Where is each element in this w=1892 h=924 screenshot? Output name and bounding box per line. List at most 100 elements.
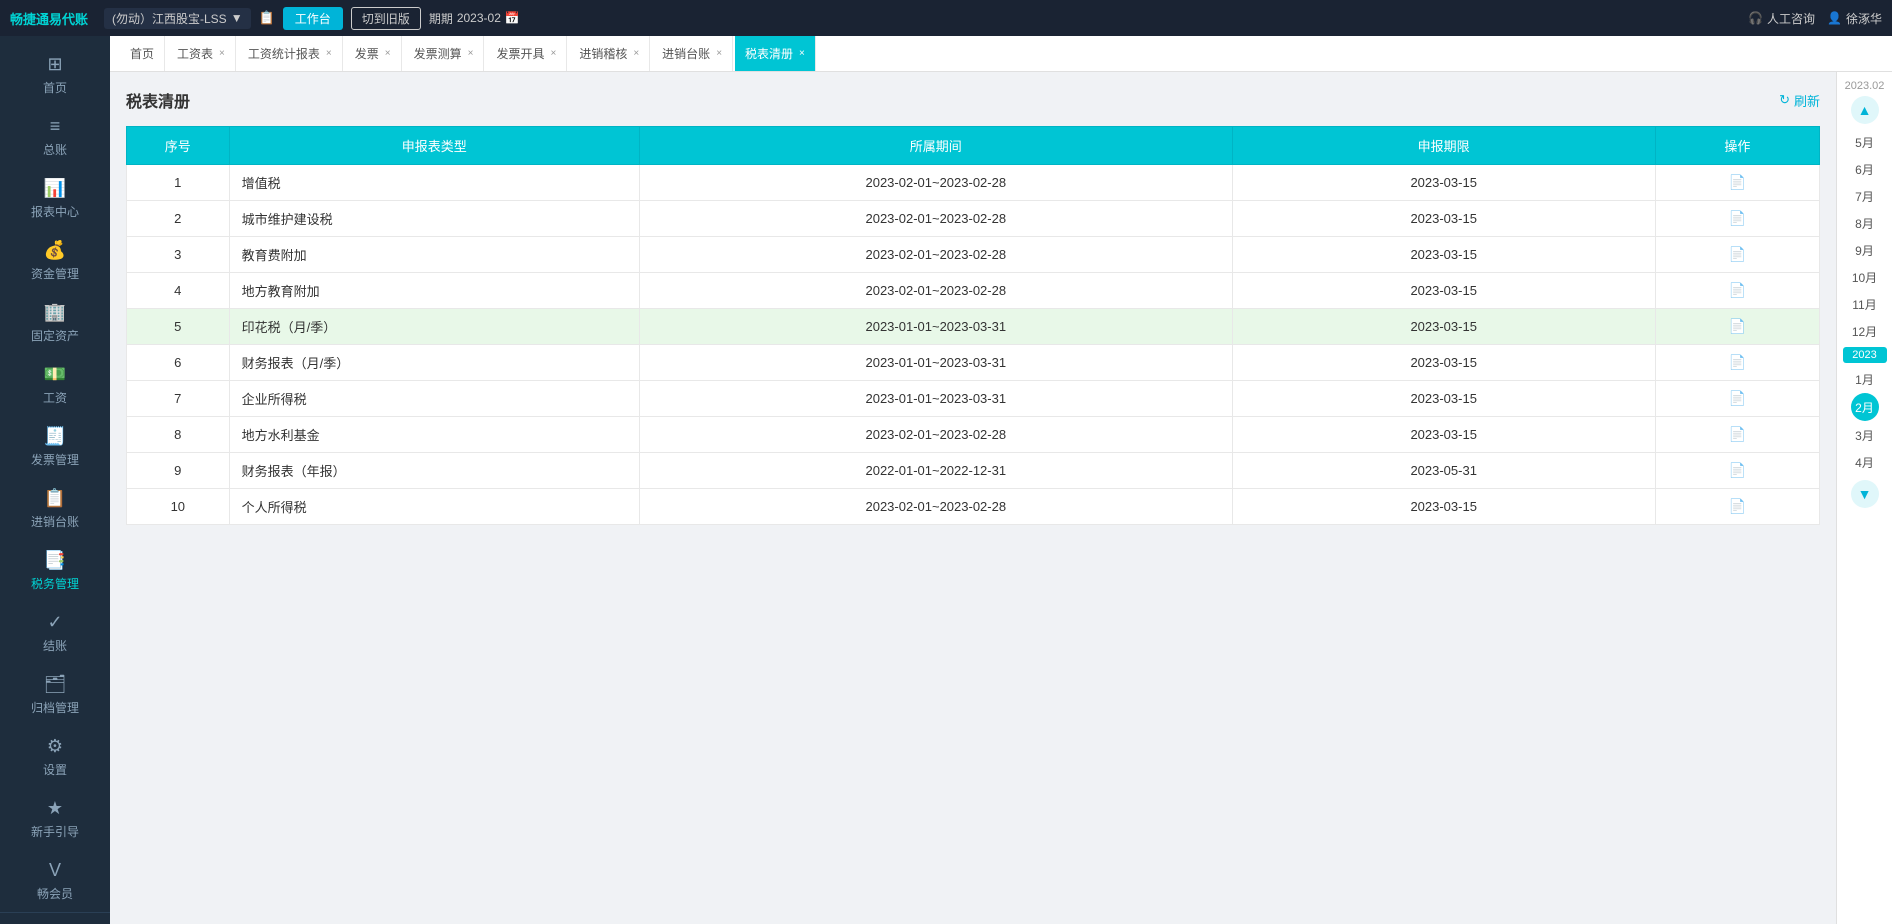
scroll-up-button[interactable]: ▲ xyxy=(1851,96,1879,124)
tab-bar: 首页工资表×工资统计报表×发票×发票测算×发票开具×进销稽核×进销台账×税表清册… xyxy=(110,36,1892,72)
col-header-action: 操作 xyxy=(1655,127,1819,165)
sidebar-item-invoiceMgr[interactable]: 🧾发票管理 xyxy=(0,416,110,478)
sidebar-item-wage[interactable]: 💵工资 xyxy=(0,354,110,416)
tab-taxClearance[interactable]: 税表清册 × xyxy=(735,36,816,71)
action-icon[interactable]: 📄 xyxy=(1729,282,1746,298)
month-item[interactable]: 11月 xyxy=(1843,291,1887,317)
month-item[interactable]: 7月 xyxy=(1843,183,1887,209)
sidebar-item-asset[interactable]: 🏢固定资产 xyxy=(0,292,110,354)
month-item[interactable]: 12月 xyxy=(1843,318,1887,344)
month-active[interactable]: 2月 xyxy=(1851,393,1879,421)
workbench-button[interactable]: 工作台 xyxy=(283,7,343,30)
cell-declare: 2023-03-15 xyxy=(1232,165,1655,201)
sidebar-item-home[interactable]: ⊞首页 xyxy=(0,44,110,106)
tab-close-taxClearance[interactable]: × xyxy=(799,48,805,59)
copy-icon[interactable]: 📋 xyxy=(259,10,275,26)
tab-close-payrollReport[interactable]: × xyxy=(326,48,332,59)
month-item[interactable]: 10月 xyxy=(1843,264,1887,290)
tab-close-invoiceOpen[interactable]: × xyxy=(550,48,556,59)
top-actions: 🎧 人工咨询 👤 徐涿华 xyxy=(1748,10,1882,27)
sidebar-item-label: 总账 xyxy=(43,141,67,158)
tab-payroll[interactable]: 工资表× xyxy=(167,36,236,71)
month-item[interactable]: 1月 xyxy=(1843,366,1887,392)
sidebar-item-label: 固定资产 xyxy=(31,327,79,344)
sidebar-item-archive[interactable]: 🗂归档管理 xyxy=(0,664,110,726)
scroll-down-button[interactable]: ▼ xyxy=(1851,480,1879,508)
month-item[interactable]: 3月 xyxy=(1843,422,1887,448)
sidebar-item-salesLedger[interactable]: 📋进销台账 xyxy=(0,478,110,540)
page-content: 税表清册 ↻ 刷新 序号 申报表类型 所属期间 xyxy=(110,72,1892,924)
salesLedger-icon: 📋 xyxy=(44,488,66,509)
switch-old-button[interactable]: 切到旧版 xyxy=(351,7,421,30)
cell-declare: 2023-03-15 xyxy=(1232,201,1655,237)
month-item[interactable]: 9月 xyxy=(1843,237,1887,263)
tab-label-invoiceCalc: 发票测算 xyxy=(414,45,462,62)
sidebar-item-settlement[interactable]: ✓结账 xyxy=(0,602,110,664)
cell-declare: 2023-03-15 xyxy=(1232,489,1655,525)
tab-close-invoice[interactable]: × xyxy=(385,48,391,59)
ai-consult-btn[interactable]: 🎧 人工咨询 xyxy=(1748,10,1815,27)
tab-home[interactable]: 首页 xyxy=(120,36,165,71)
cell-period: 2023-02-01~2023-02-28 xyxy=(640,201,1233,237)
action-icon[interactable]: 📄 xyxy=(1729,498,1746,514)
action-icon[interactable]: 📄 xyxy=(1729,426,1746,442)
content-area: 首页工资表×工资统计报表×发票×发票测算×发票开具×进销稽核×进销台账×税表清册… xyxy=(110,36,1892,924)
month-item[interactable]: 6月 xyxy=(1843,156,1887,182)
cell-seq: 7 xyxy=(127,381,230,417)
cell-type: 印花税（月/季） xyxy=(229,309,639,345)
action-icon[interactable]: 📄 xyxy=(1729,390,1746,406)
tab-label-taxClearance: 税表清册 xyxy=(745,45,793,62)
cell-declare: 2023-03-15 xyxy=(1232,417,1655,453)
col-header-declare: 申报期限 xyxy=(1232,127,1655,165)
tab-payrollReport[interactable]: 工资统计报表× xyxy=(238,36,343,71)
company-name: (勿动）江西股宝-LSS xyxy=(112,10,227,27)
tab-salesLedger[interactable]: 进销台账× xyxy=(652,36,733,71)
tab-close-salesCheck[interactable]: × xyxy=(633,48,639,59)
sidebar-item-settings[interactable]: ⚙设置 xyxy=(0,726,110,788)
action-icon[interactable]: 📄 xyxy=(1729,318,1746,334)
user-menu[interactable]: 👤 徐涿华 xyxy=(1827,10,1882,27)
tab-close-payroll[interactable]: × xyxy=(219,48,225,59)
tab-invoiceCalc[interactable]: 发票测算 × xyxy=(404,36,485,71)
month-item[interactable]: 4月 xyxy=(1843,449,1887,475)
company-selector[interactable]: (勿动）江西股宝-LSS ▼ xyxy=(104,8,251,29)
month-item[interactable]: 5月 xyxy=(1843,129,1887,155)
tab-close-invoiceCalc[interactable]: × xyxy=(468,48,474,59)
sidebar-item-fund[interactable]: 💰 资金管理 xyxy=(0,230,110,292)
sidebar-item-report[interactable]: 📊报表中心 xyxy=(0,168,110,230)
sidebar-item-member[interactable]: V畅会员 xyxy=(0,850,110,912)
action-icon[interactable]: 📄 xyxy=(1729,462,1746,478)
table-row: 9 财务报表（年报） 2022-01-01~2022-12-31 2023-05… xyxy=(127,453,1820,489)
sidebar-item-label: 资金管理 xyxy=(31,265,79,282)
month-item[interactable]: 8月 xyxy=(1843,210,1887,236)
fund-icon: 💰 xyxy=(44,240,66,261)
action-icon[interactable]: 📄 xyxy=(1729,246,1746,262)
sidebar-item-taxMgr[interactable]: 📑税务管理 xyxy=(0,540,110,602)
col-header-type: 申报表类型 xyxy=(229,127,639,165)
tab-invoice[interactable]: 发票× xyxy=(345,36,402,71)
tab-invoiceOpen[interactable]: 发票开具× xyxy=(486,36,567,71)
action-icon[interactable]: 📄 xyxy=(1729,174,1746,190)
tab-salesCheck[interactable]: 进销稽核 × xyxy=(569,36,650,71)
cell-action: 📄 xyxy=(1655,453,1819,489)
sidebar-bottom: 📌 取消固定 xyxy=(0,912,110,924)
action-icon[interactable]: 📄 xyxy=(1729,210,1746,226)
cell-action: 📄 xyxy=(1655,417,1819,453)
cell-period: 2022-01-01~2022-12-31 xyxy=(640,453,1233,489)
tax-table: 序号 申报表类型 所属期间 申报期限 操作 1 增值税 2023-02-01~2… xyxy=(126,126,1820,525)
sidebar-item-guide[interactable]: ★新手引导 xyxy=(0,788,110,850)
tab-label-salesCheck: 进销稽核 xyxy=(579,45,627,62)
chevron-down-icon: ▼ xyxy=(231,11,243,25)
sidebar-item-ledger[interactable]: ≡总账 xyxy=(0,106,110,168)
tab-close-salesLedger[interactable]: × xyxy=(716,48,722,59)
guide-icon: ★ xyxy=(47,798,63,819)
action-icon[interactable]: 📄 xyxy=(1729,354,1746,370)
cell-period: 2023-02-01~2023-02-28 xyxy=(640,237,1233,273)
cell-period: 2023-02-01~2023-02-28 xyxy=(640,273,1233,309)
sidebar-item-label: 发票管理 xyxy=(31,451,79,468)
archive-icon: 🗂 xyxy=(44,674,67,695)
calendar-icon[interactable]: 📅 xyxy=(505,11,520,25)
cell-seq: 9 xyxy=(127,453,230,489)
taxMgr-icon: 📑 xyxy=(44,550,66,571)
refresh-button[interactable]: ↻ 刷新 xyxy=(1779,91,1820,110)
